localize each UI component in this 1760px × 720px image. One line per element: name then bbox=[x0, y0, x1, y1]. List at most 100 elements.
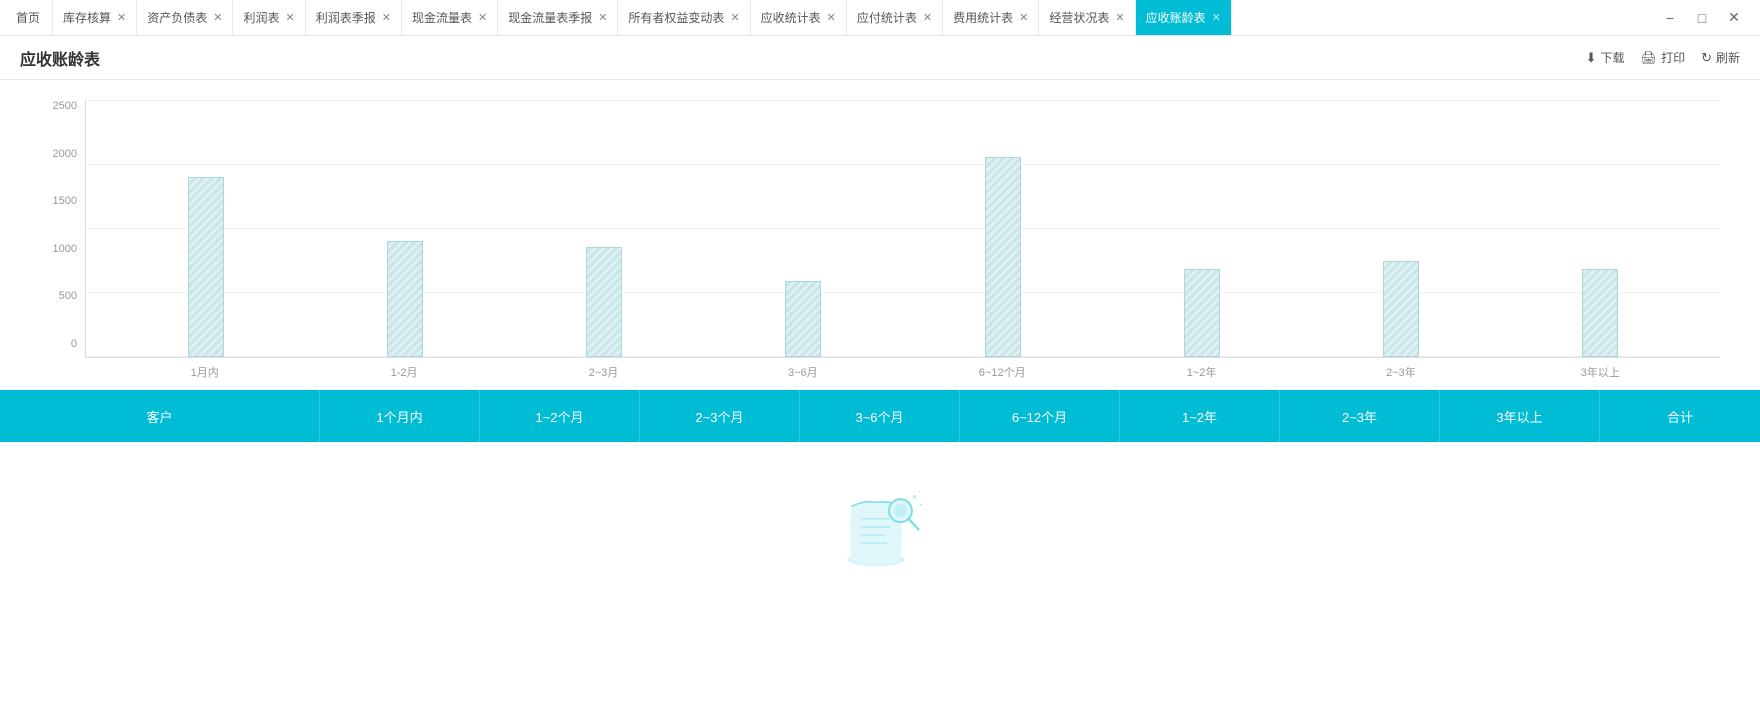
table-header-cell: 2~3年 bbox=[1280, 390, 1440, 442]
empty-illustration bbox=[830, 482, 930, 572]
x-label: 2~3月 bbox=[504, 364, 703, 380]
chart-bar bbox=[1184, 269, 1220, 357]
table-header-cell: 3~6个月 bbox=[800, 390, 960, 442]
page-title: 应收账龄表 bbox=[20, 46, 100, 70]
table-header-cell: 6~12个月 bbox=[960, 390, 1120, 442]
tab-equity[interactable]: 所有者权益变动表 ✕ bbox=[618, 0, 750, 36]
tab-label: 经营状况表 bbox=[1049, 9, 1109, 26]
tab-close-inventory[interactable]: ✕ bbox=[117, 11, 126, 24]
x-label: 3~6月 bbox=[703, 364, 902, 380]
tab-label: 应付统计表 bbox=[857, 9, 917, 26]
print-icon: 🖨 bbox=[1641, 50, 1658, 66]
bar-group bbox=[1383, 261, 1419, 357]
tab-close-cashflow-quarterly[interactable]: ✕ bbox=[598, 11, 607, 24]
print-action[interactable]: 🖨 打印 bbox=[1641, 49, 1686, 66]
chart-bar bbox=[188, 177, 224, 357]
print-label: 打印 bbox=[1661, 49, 1685, 66]
chart-area: 25002000150010005000 1月内1-2月2~3月3~6月6~12… bbox=[0, 80, 1760, 390]
tab-actions: − □ ✕ bbox=[1656, 4, 1756, 32]
x-label: 3年以上 bbox=[1501, 364, 1700, 380]
y-axis: 25002000150010005000 bbox=[40, 100, 85, 380]
maximize-button[interactable]: □ bbox=[1688, 4, 1716, 32]
chart-bar bbox=[785, 281, 821, 357]
y-label: 1500 bbox=[53, 195, 77, 207]
chart-bar bbox=[387, 241, 423, 357]
tab-label: 应收统计表 bbox=[761, 9, 821, 26]
table-header-cell: 3年以上 bbox=[1440, 390, 1600, 442]
tab-label: 库存核算 bbox=[63, 9, 111, 26]
tab-home-label: 首页 bbox=[16, 9, 40, 26]
tab-label: 现金流量表季报 bbox=[508, 9, 592, 26]
bar-group bbox=[1582, 269, 1618, 357]
x-label: 2~3年 bbox=[1301, 364, 1500, 380]
tab-operation[interactable]: 经营状况表 ✕ bbox=[1039, 0, 1135, 36]
tab-ar-summary[interactable]: 应收统计表 ✕ bbox=[751, 0, 847, 36]
tab-expense[interactable]: 费用统计表 ✕ bbox=[943, 0, 1039, 36]
chart-inner: 1月内1-2月2~3月3~6月6~12个月1~2年2~3年3年以上 bbox=[85, 100, 1720, 380]
table-header: 客户1个月内1~2个月2~3个月3~6个月6~12个月1~2年2~3年3年以上合… bbox=[0, 390, 1760, 442]
y-label: 2500 bbox=[53, 100, 77, 112]
tab-balance[interactable]: 资产负债表 ✕ bbox=[137, 0, 233, 36]
tab-home[interactable]: 首页 bbox=[4, 0, 53, 36]
tab-profit-quarterly[interactable]: 利润表季报 ✕ bbox=[306, 0, 402, 36]
table-header-cell: 1个月内 bbox=[320, 390, 480, 442]
chart-bar bbox=[985, 157, 1021, 357]
tab-close-ar-summary[interactable]: ✕ bbox=[827, 11, 836, 24]
close-window-button[interactable]: ✕ bbox=[1720, 4, 1748, 32]
main-content: 25002000150010005000 1月内1-2月2~3月3~6月6~12… bbox=[0, 80, 1760, 720]
chart-bar bbox=[586, 247, 622, 357]
tab-label: 利润表 bbox=[243, 9, 279, 26]
download-action[interactable]: ⬇ 下载 bbox=[1586, 49, 1625, 66]
table-header-cell: 2~3个月 bbox=[640, 390, 800, 442]
bars-row bbox=[86, 100, 1720, 357]
y-label: 2000 bbox=[53, 148, 77, 160]
tab-close-balance[interactable]: ✕ bbox=[213, 11, 222, 24]
chart-bar bbox=[1582, 269, 1618, 357]
tab-close-profit-quarterly[interactable]: ✕ bbox=[382, 11, 391, 24]
tab-inventory[interactable]: 库存核算 ✕ bbox=[53, 0, 137, 36]
tab-close-expense[interactable]: ✕ bbox=[1019, 11, 1028, 24]
tab-ar-aging[interactable]: 应收账龄表 ✕ bbox=[1136, 0, 1232, 36]
bar-group bbox=[1184, 269, 1220, 357]
chart-grid bbox=[85, 100, 1720, 358]
refresh-action[interactable]: ↻ 刷新 bbox=[1701, 49, 1740, 66]
tab-label: 应收账龄表 bbox=[1146, 9, 1206, 26]
refresh-label: 刷新 bbox=[1716, 49, 1740, 66]
bar-group bbox=[188, 177, 224, 357]
tab-label: 资产负债表 bbox=[147, 9, 207, 26]
tab-close-profit[interactable]: ✕ bbox=[286, 11, 295, 24]
tab-cashflow[interactable]: 现金流量表 ✕ bbox=[402, 0, 498, 36]
table-header-cell: 合计 bbox=[1600, 390, 1760, 442]
tab-cashflow-quarterly[interactable]: 现金流量表季报 ✕ bbox=[498, 0, 618, 36]
tab-close-operation[interactable]: ✕ bbox=[1115, 11, 1124, 24]
tab-close-ap-summary[interactable]: ✕ bbox=[923, 11, 932, 24]
bar-group bbox=[785, 281, 821, 357]
table-header-cell: 1~2年 bbox=[1120, 390, 1280, 442]
bar-group bbox=[586, 247, 622, 357]
tab-label: 所有者权益变动表 bbox=[628, 9, 724, 26]
bar-chart: 25002000150010005000 1月内1-2月2~3月3~6月6~12… bbox=[40, 100, 1720, 380]
x-label: 1-2月 bbox=[304, 364, 503, 380]
tab-close-cashflow[interactable]: ✕ bbox=[478, 11, 487, 24]
y-label: 1000 bbox=[53, 243, 77, 255]
bar-group bbox=[985, 157, 1021, 357]
tab-close-ar-aging[interactable]: ✕ bbox=[1212, 11, 1221, 24]
tab-ap-summary[interactable]: 应付统计表 ✕ bbox=[847, 0, 943, 36]
table-header-cell: 客户 bbox=[0, 390, 320, 442]
empty-icon bbox=[830, 482, 930, 582]
page-actions: ⬇ 下载 🖨 打印 ↻ 刷新 bbox=[1586, 49, 1740, 66]
tab-close-equity[interactable]: ✕ bbox=[730, 11, 739, 24]
table-header-cell: 1~2个月 bbox=[480, 390, 640, 442]
x-label: 1月内 bbox=[105, 364, 304, 380]
x-labels: 1月内1-2月2~3月3~6月6~12个月1~2年2~3年3年以上 bbox=[85, 358, 1720, 380]
download-label: 下载 bbox=[1601, 49, 1625, 66]
x-label: 1~2年 bbox=[1102, 364, 1301, 380]
minimize-button[interactable]: − bbox=[1656, 4, 1684, 32]
tab-profit[interactable]: 利润表 ✕ bbox=[233, 0, 305, 36]
tab-label: 利润表季报 bbox=[316, 9, 376, 26]
tab-label: 费用统计表 bbox=[953, 9, 1013, 26]
refresh-icon: ↻ bbox=[1701, 50, 1712, 66]
bar-group bbox=[387, 241, 423, 357]
chart-bar bbox=[1383, 261, 1419, 357]
tab-label: 现金流量表 bbox=[412, 9, 472, 26]
